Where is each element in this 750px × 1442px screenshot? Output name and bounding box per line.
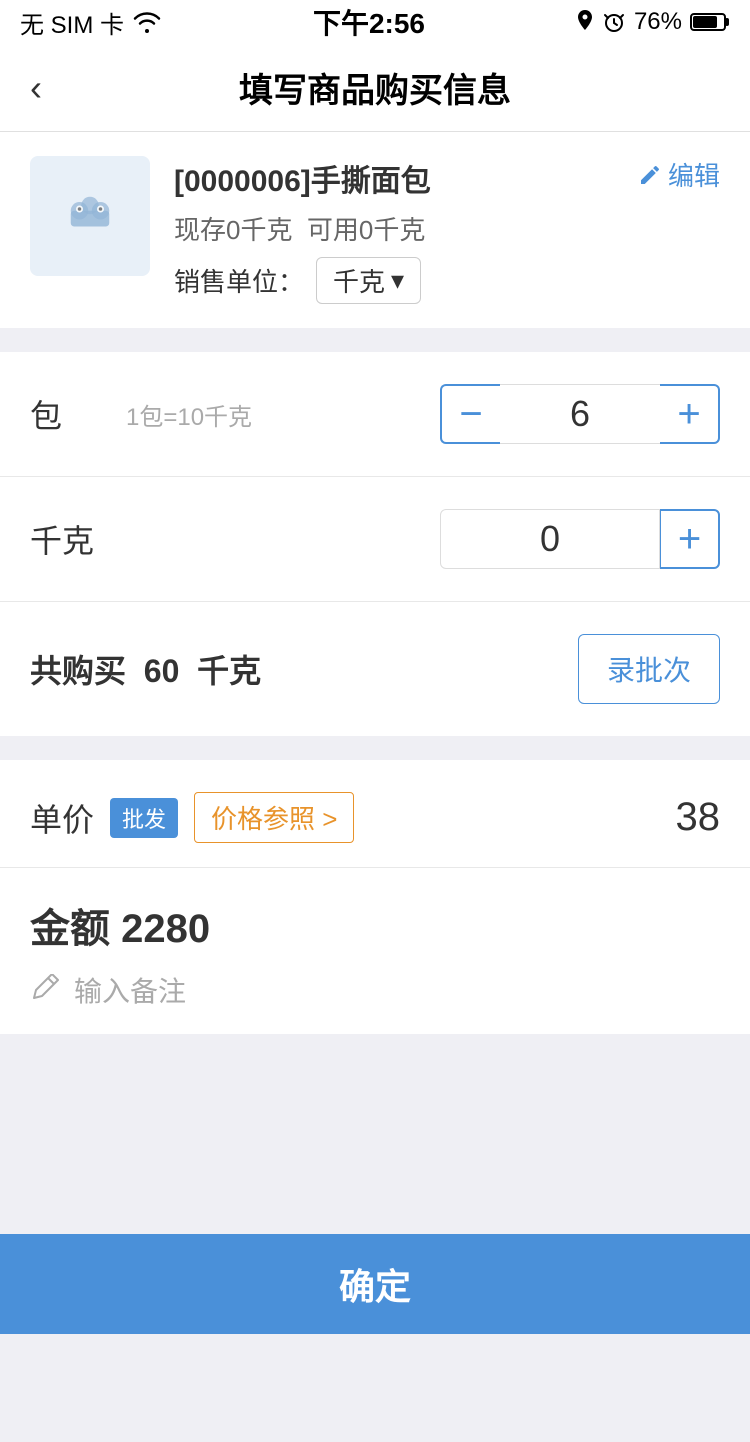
amount-row: 金额 2280: [30, 896, 720, 954]
note-row[interactable]: 输入备注: [30, 970, 720, 1010]
wifi-icon: [132, 11, 162, 33]
total-text: 共购买 60 千克: [30, 646, 578, 692]
dropdown-arrow-icon: ▾: [391, 265, 404, 296]
pack-quantity-control: − +: [440, 384, 720, 444]
product-image: [30, 156, 150, 276]
kg-increment-button[interactable]: +: [660, 509, 720, 569]
total-amount: 60: [144, 653, 180, 689]
record-batch-button[interactable]: 录批次: [578, 634, 720, 704]
product-stock: 现存0千克 可用0千克: [174, 210, 720, 247]
price-row: 单价 批发 价格参照 > 38: [30, 792, 720, 843]
location-icon: [576, 10, 594, 34]
edit-label: 编辑: [668, 156, 720, 193]
status-left: 无 SIM 卡: [20, 5, 162, 40]
pack-label: 包: [30, 391, 110, 437]
product-card: [0000006]手撕面包 现存0千克 可用0千克 销售单位： 千克 ▾ 编辑: [0, 132, 750, 336]
price-tag-badge: 批发: [110, 798, 178, 838]
pack-sublabel: 1包=10千克: [126, 397, 440, 432]
divider-2: [0, 744, 750, 760]
total-row: 共购买 60 千克 录批次: [0, 602, 750, 744]
unit-label: 销售单位：: [174, 262, 304, 299]
product-thumbnail-icon: [55, 181, 125, 251]
kg-label: 千克: [30, 516, 110, 562]
kg-quantity-control: +: [440, 509, 720, 569]
kg-row: 千克 +: [0, 477, 750, 602]
price-value: 38: [676, 795, 721, 840]
status-time: 下午2:56: [313, 2, 425, 42]
confirm-button-label: 确定: [339, 1258, 411, 1310]
price-label: 单价: [30, 795, 94, 841]
pack-decrement-button[interactable]: −: [440, 384, 500, 444]
divider-1: [0, 336, 750, 352]
product-unit-row: 销售单位： 千克 ▾: [174, 257, 720, 304]
back-button[interactable]: ‹: [20, 57, 52, 119]
nav-bar: ‹ 填写商品购买信息: [0, 44, 750, 132]
pack-increment-button[interactable]: +: [660, 384, 720, 444]
status-right: 76%: [576, 8, 730, 36]
edit-icon: [638, 163, 662, 187]
pencil-icon: [30, 974, 62, 1006]
status-bar: 无 SIM 卡 下午2:56 76%: [0, 0, 750, 44]
price-section: 单价 批发 价格参照 > 38: [0, 760, 750, 868]
battery-text: 76%: [634, 8, 682, 36]
carrier-text: 无 SIM 卡: [20, 5, 124, 40]
note-placeholder: 输入备注: [74, 970, 186, 1010]
unit-select[interactable]: 千克 ▾: [316, 257, 421, 304]
alarm-icon: [602, 10, 626, 34]
amount-section: 金额 2280 输入备注: [0, 868, 750, 1042]
confirm-bar[interactable]: 确定: [0, 1234, 750, 1334]
battery-icon: [690, 12, 730, 32]
edit-button[interactable]: 编辑: [638, 156, 720, 193]
price-reference-button[interactable]: 价格参照 >: [194, 792, 354, 843]
pack-quantity-input[interactable]: [500, 384, 660, 444]
pack-row: 包 1包=10千克 − +: [0, 352, 750, 477]
page-title: 填写商品购买信息: [239, 63, 511, 112]
kg-quantity-input[interactable]: [440, 509, 660, 569]
amount-value: 2280: [121, 907, 210, 951]
